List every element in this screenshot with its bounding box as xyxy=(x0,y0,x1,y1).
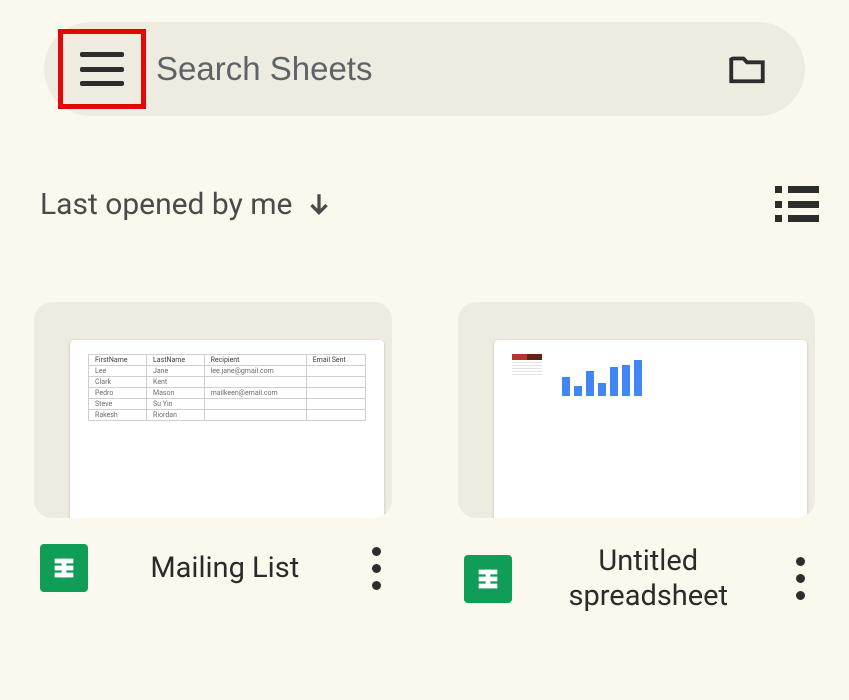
file-thumbnail xyxy=(458,302,816,518)
files-grid: FirstNameLastNameRecipientEmail SentLeeJ… xyxy=(0,222,849,614)
file-thumbnail: FirstNameLastNameRecipientEmail SentLeeJ… xyxy=(34,302,392,518)
file-title: Untitled spreadsheet xyxy=(526,544,772,614)
folder-icon xyxy=(721,48,773,90)
folder-button[interactable] xyxy=(717,48,777,90)
menu-button-highlight xyxy=(58,29,146,109)
file-card[interactable]: FirstNameLastNameRecipientEmail SentLeeJ… xyxy=(34,302,392,614)
search-bar xyxy=(44,22,805,116)
hamburger-menu-icon[interactable] xyxy=(80,52,124,86)
arrow-down-icon xyxy=(306,191,332,217)
sort-dropdown[interactable]: Last opened by me xyxy=(40,187,332,222)
more-options-button[interactable] xyxy=(362,547,392,590)
more-options-button[interactable] xyxy=(785,557,815,600)
file-card[interactable]: Untitled spreadsheet xyxy=(458,302,816,614)
file-title: Mailing List xyxy=(102,551,348,586)
search-input[interactable] xyxy=(156,50,717,88)
sheets-app-icon xyxy=(464,555,512,603)
view-toggle-list[interactable] xyxy=(775,186,819,222)
sort-label: Last opened by me xyxy=(40,187,292,222)
sheets-app-icon xyxy=(40,544,88,592)
